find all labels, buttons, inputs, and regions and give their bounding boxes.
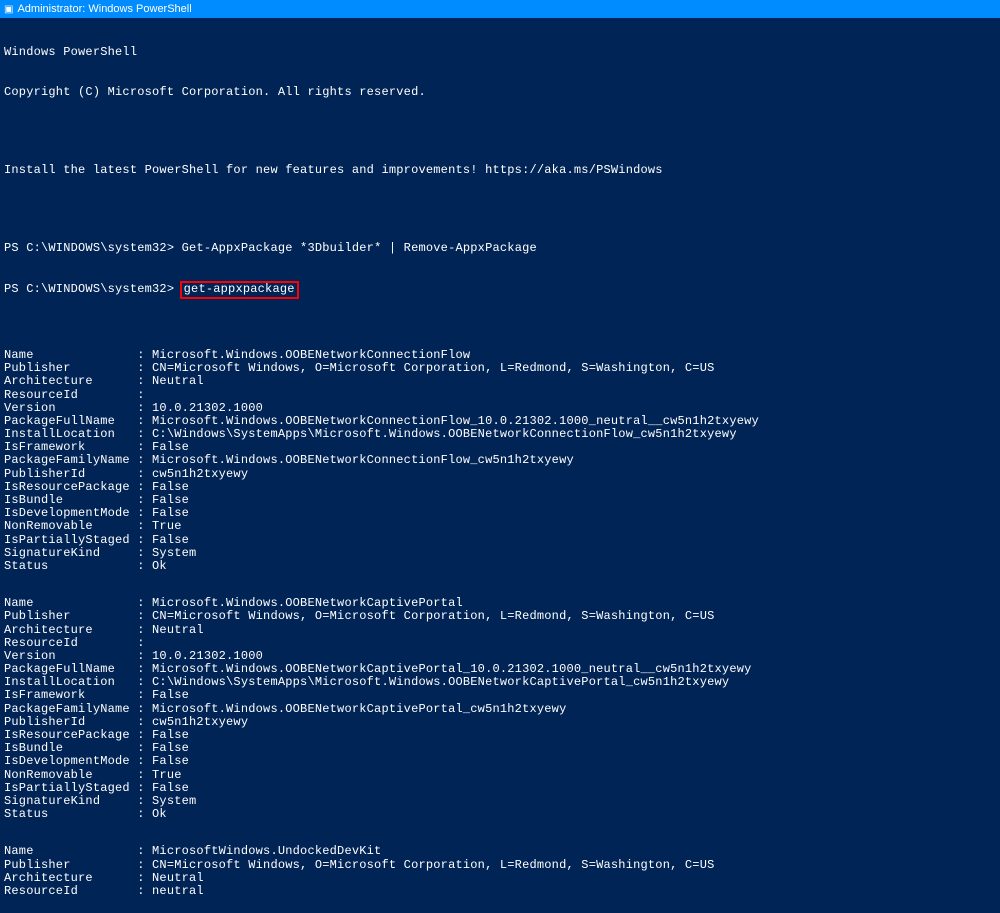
highlighted-command: get-appxpackage [180, 281, 299, 298]
package-property-line: Version : 10.0.21302.1000 [4, 402, 996, 415]
package-block: Name : Microsoft.Windows.OOBENetworkCapt… [4, 585, 996, 821]
package-property-line: IsPartiallyStaged : False [4, 534, 996, 547]
header-line: Install the latest PowerShell for new fe… [4, 164, 996, 177]
window-title: Administrator: Windows PowerShell [17, 3, 191, 15]
package-property-line: Name : MicrosoftWindows.UndockedDevKit [4, 845, 996, 858]
prompt-line-2: PS C:\WINDOWS\system32> get-appxpackage [4, 281, 996, 298]
packages-output: Name : Microsoft.Windows.OOBENetworkConn… [4, 337, 996, 898]
powershell-icon: ▣ [4, 4, 13, 15]
package-property-line: Publisher : CN=Microsoft Windows, O=Micr… [4, 859, 996, 872]
package-property-line: IsDevelopmentMode : False [4, 755, 996, 768]
package-property-line: IsBundle : False [4, 742, 996, 755]
header-line: Copyright (C) Microsoft Corporation. All… [4, 86, 996, 99]
package-property-line: Status : Ok [4, 808, 996, 821]
package-property-line: ResourceId : neutral [4, 885, 996, 898]
package-property-line: IsResourcePackage : False [4, 729, 996, 742]
package-property-line: PublisherId : cw5n1h2txyewy [4, 716, 996, 729]
package-property-line: Architecture : Neutral [4, 624, 996, 637]
header-line: Windows PowerShell [4, 46, 996, 59]
package-block: Name : Microsoft.Windows.OOBENetworkConn… [4, 337, 996, 573]
package-property-line: PackageFullName : Microsoft.Windows.OOBE… [4, 663, 996, 676]
package-property-line: NonRemovable : True [4, 520, 996, 533]
blank-line [4, 203, 996, 215]
package-property-line: Status : Ok [4, 560, 996, 573]
package-property-line: IsFramework : False [4, 689, 996, 702]
package-property-line: Architecture : Neutral [4, 375, 996, 388]
package-property-line: IsPartiallyStaged : False [4, 782, 996, 795]
package-property-line: Name : Microsoft.Windows.OOBENetworkCapt… [4, 597, 996, 610]
prompt-prefix: PS C:\WINDOWS\system32> [4, 282, 182, 296]
blank-line [4, 126, 996, 138]
terminal-output[interactable]: Windows PowerShell Copyright (C) Microso… [0, 18, 1000, 913]
blank-line [4, 833, 996, 845]
package-property-line: ResourceId : [4, 389, 996, 402]
package-block: Name : MicrosoftWindows.UndockedDevKitPu… [4, 833, 996, 898]
prompt-line-1: PS C:\WINDOWS\system32> Get-AppxPackage … [4, 242, 996, 255]
package-property-line: Architecture : Neutral [4, 872, 996, 885]
package-property-line: InstallLocation : C:\Windows\SystemApps\… [4, 676, 996, 689]
package-property-line: PackageFamilyName : Microsoft.Windows.OO… [4, 703, 996, 716]
package-property-line: PackageFamilyName : Microsoft.Windows.OO… [4, 454, 996, 467]
prompt-prefix: PS C:\WINDOWS\system32> [4, 241, 182, 255]
package-property-line: Version : 10.0.21302.1000 [4, 650, 996, 663]
package-property-line: Publisher : CN=Microsoft Windows, O=Micr… [4, 610, 996, 623]
package-property-line: SignatureKind : System [4, 547, 996, 560]
package-property-line: SignatureKind : System [4, 795, 996, 808]
package-property-line: ResourceId : [4, 637, 996, 650]
prompt-command: Get-AppxPackage *3Dbuilder* | Remove-App… [182, 241, 537, 255]
package-property-line: NonRemovable : True [4, 769, 996, 782]
package-property-line: PublisherId : cw5n1h2txyewy [4, 468, 996, 481]
window-titlebar[interactable]: ▣ Administrator: Windows PowerShell [0, 0, 1000, 18]
